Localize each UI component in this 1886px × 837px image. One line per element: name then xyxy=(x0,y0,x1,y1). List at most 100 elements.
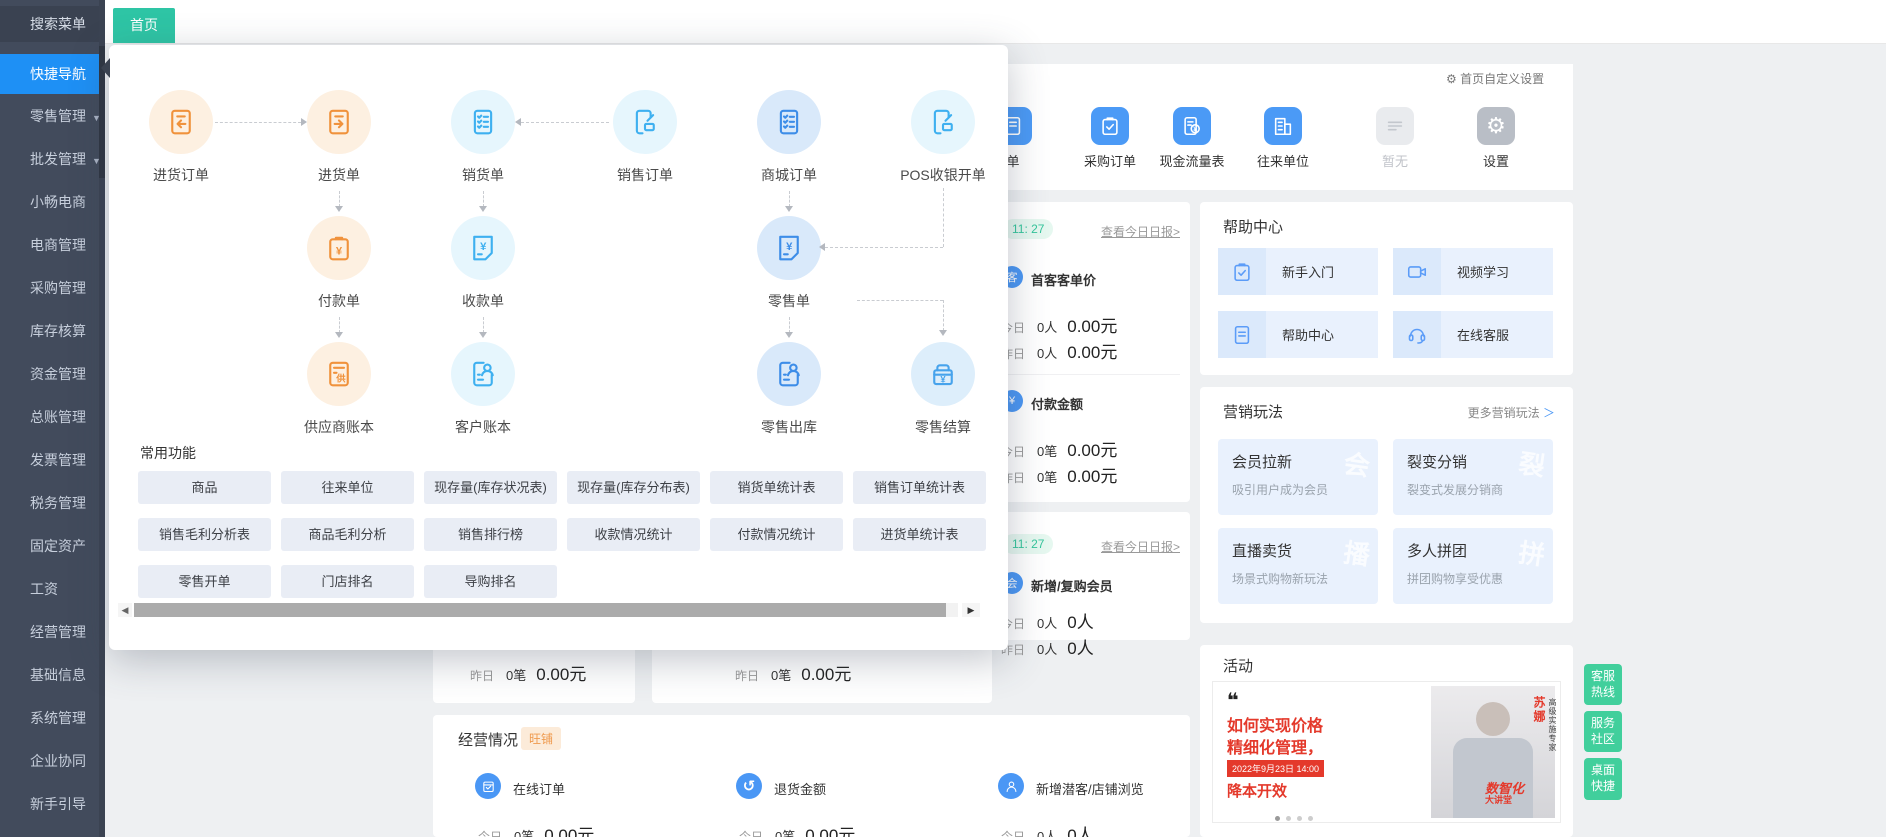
sidebar-item[interactable]: 库存核算 xyxy=(0,311,105,351)
function-button[interactable]: 收款情况统计 xyxy=(567,518,700,551)
flow-node-clip-yen-icon[interactable]: ¥ xyxy=(307,216,371,280)
function-button[interactable]: 销售毛利分析表 xyxy=(138,518,271,551)
sidebar-item[interactable]: 企业协同 xyxy=(0,741,105,781)
sidebar-item[interactable]: 基础信息 xyxy=(0,655,105,695)
stat-row: 昨日 0笔 0.00元 xyxy=(1001,467,1118,486)
scroll-left-button[interactable]: ◀ xyxy=(118,603,132,617)
daily-report-link[interactable]: 查看今日日报> xyxy=(1101,223,1180,240)
tab-home[interactable]: 首页 xyxy=(113,8,175,43)
stat-label: 首客客单价 xyxy=(1031,273,1097,288)
decorative-icon: 裂 xyxy=(1516,448,1547,482)
flow-node-doc-tab-icon[interactable] xyxy=(613,90,677,154)
decorative-icon: 播 xyxy=(1341,537,1372,571)
flow-node-checklist-icon[interactable] xyxy=(451,90,515,154)
help-item[interactable]: 视频学习 xyxy=(1393,248,1553,295)
flow-node-page-yen-icon[interactable]: ¥ xyxy=(451,216,515,280)
sidebar-item[interactable]: 新手引导 xyxy=(0,784,105,824)
flow-node-book-supplier-icon[interactable]: 供 xyxy=(307,342,371,406)
flow-node-page-person-icon[interactable] xyxy=(451,342,515,406)
help-center-title: 帮助中心 xyxy=(1223,219,1284,236)
flow-node-page-person-icon[interactable] xyxy=(757,342,821,406)
flow-node-doc-tab-icon[interactable] xyxy=(911,90,975,154)
homepage-customize-link[interactable]: ⚙ 首页自定义设置 xyxy=(1446,70,1576,87)
sidebar-item-quick-nav[interactable]: 快捷导航 xyxy=(0,54,105,94)
quick-icon-label: 现金流量表 xyxy=(1159,154,1225,169)
sidebar-search-menu[interactable]: 搜索菜单 xyxy=(0,6,105,42)
arrow-down-icon xyxy=(335,206,343,212)
function-button[interactable]: 门店排名 xyxy=(281,565,414,598)
horizontal-scrollbar-track[interactable] xyxy=(134,603,958,617)
sidebar-item[interactable]: 系统管理 xyxy=(0,698,105,738)
sidebar-item[interactable]: 批发管理 ▼ xyxy=(0,139,105,179)
function-button[interactable]: 零售开单 xyxy=(138,565,271,598)
floating-button[interactable]: 客服 热线 xyxy=(1584,664,1622,706)
banner-photo-head xyxy=(1476,702,1510,736)
marketing-item[interactable]: 裂 裂变分销 裂变式发展分销商 xyxy=(1393,439,1553,515)
gear-icon[interactable]: ⚙ xyxy=(1477,107,1515,145)
arrow-down-icon xyxy=(939,330,947,336)
carousel-dots[interactable] xyxy=(1275,808,1319,822)
cash-doc-icon[interactable]: ¥ xyxy=(1173,107,1211,145)
horizontal-scrollbar-thumb[interactable] xyxy=(134,603,946,617)
help-item[interactable]: 在线客服 xyxy=(1393,311,1553,358)
sidebar-item[interactable]: 资金管理 xyxy=(0,354,105,394)
flow-node-box-yen-icon[interactable]: ¥ xyxy=(911,342,975,406)
sidebar-item[interactable]: 总账管理 xyxy=(0,397,105,437)
function-button[interactable]: 销货单统计表 xyxy=(710,471,843,504)
quick-icon-label: 采购订单 xyxy=(1083,154,1136,169)
function-button[interactable]: 商品 xyxy=(138,471,271,504)
floating-button[interactable]: 服务 社区 xyxy=(1584,711,1622,753)
flow-node-checklist-icon[interactable] xyxy=(757,90,821,154)
activity-banner[interactable]: ❝ 如何实现价格 精细化管理， 2022年9月23日 14:00 降本开效 苏娜… xyxy=(1212,681,1561,823)
sidebar-item[interactable]: 小畅电商 xyxy=(0,182,105,222)
more-marketing-link[interactable]: 更多营销玩法 ＞ xyxy=(1468,404,1555,421)
flow-node-page-yen-icon[interactable]: ¥ xyxy=(757,216,821,280)
flow-node-doc-out-icon[interactable] xyxy=(307,90,371,154)
function-button[interactable]: 商品毛利分析 xyxy=(281,518,414,551)
floating-button[interactable]: 桌面 快捷 xyxy=(1584,758,1622,800)
sidebar-item[interactable]: 发票管理 xyxy=(0,440,105,480)
flow-connector xyxy=(825,247,943,248)
flow-node-doc-in-icon[interactable] xyxy=(149,90,213,154)
function-button-row: 销售毛利分析表 商品毛利分析 销售排行榜 收款情况统计 付款情况统计 进货单统计表 xyxy=(138,518,996,556)
yesterday-row: 昨日 0笔 0.00元 xyxy=(735,665,852,684)
stats-card-members: 11: 27 查看今日日报> 会新增/复购会员 今日 0人 0人 昨日 0人 0人 xyxy=(995,512,1190,658)
business-column-label: 新增潜客/店铺浏览 xyxy=(1036,782,1144,797)
help-item[interactable]: 新手入门 xyxy=(1218,248,1378,295)
sidebar: 搜索菜单 快捷导航 零售管理 ▼ 批发管理 ▼ 小畅电商 电商管理 采购管理 库存核算 资金管理… xyxy=(0,0,105,837)
function-button[interactable]: 进货单统计表 xyxy=(853,518,986,551)
flow-connector xyxy=(339,191,340,207)
function-button[interactable]: 付款情况统计 xyxy=(710,518,843,551)
function-button[interactable]: 现存量(库存分布表) xyxy=(567,471,700,504)
sidebar-item[interactable]: 税务管理 xyxy=(0,483,105,523)
clip-check-icon[interactable] xyxy=(1091,107,1129,145)
marketing-title: 营销玩法 xyxy=(1223,404,1284,421)
marketing-item[interactable]: 会 会员拉新 吸引用户成为会员 xyxy=(1218,439,1378,515)
flow-node-label: 零售结算 xyxy=(915,419,971,435)
help-item[interactable]: 帮助中心 xyxy=(1218,311,1378,358)
gear-icon: ⚙ xyxy=(1446,72,1461,86)
flow-node-label: 收款单 xyxy=(462,293,504,309)
sidebar-item[interactable]: 固定资产 xyxy=(0,526,105,566)
function-button[interactable]: 销售订单统计表 xyxy=(853,471,986,504)
sidebar-item[interactable]: 工资 xyxy=(0,569,105,609)
stat-row: 昨日 0人 0.00元 xyxy=(1001,343,1118,362)
building-icon[interactable] xyxy=(1264,107,1302,145)
function-button[interactable]: 导购排名 xyxy=(424,565,557,598)
none-icon[interactable] xyxy=(1376,107,1414,145)
svg-text:¥: ¥ xyxy=(1193,126,1197,133)
quick-nav-popup: 进货订单 进货单 销货单 销售订单 商城订单 POS收银开单 ¥ 付款单 ¥ 收款单 ¥ 零售单供供应… xyxy=(109,45,1008,650)
sidebar-item[interactable]: 经营管理 xyxy=(0,612,105,652)
function-button[interactable]: 现存量(库存状况表) xyxy=(424,471,557,504)
marketing-item-title: 直播卖货 xyxy=(1232,543,1293,560)
scroll-right-button[interactable]: ▶ xyxy=(962,603,980,617)
marketing-item[interactable]: 拼 多人拼团 拼团购物享受优惠 xyxy=(1393,528,1553,604)
flow-node-label: 零售出库 xyxy=(761,419,817,435)
sidebar-item[interactable]: 电商管理 xyxy=(0,225,105,265)
marketing-item[interactable]: 播 直播卖货 场景式购物新玩法 xyxy=(1218,528,1378,604)
daily-report-link[interactable]: 查看今日日报> xyxy=(1101,538,1180,555)
function-button[interactable]: 往来单位 xyxy=(281,471,414,504)
sidebar-item[interactable]: 零售管理 ▼ xyxy=(0,96,105,136)
function-button[interactable]: 销售排行榜 xyxy=(424,518,557,551)
sidebar-item[interactable]: 采购管理 xyxy=(0,268,105,308)
